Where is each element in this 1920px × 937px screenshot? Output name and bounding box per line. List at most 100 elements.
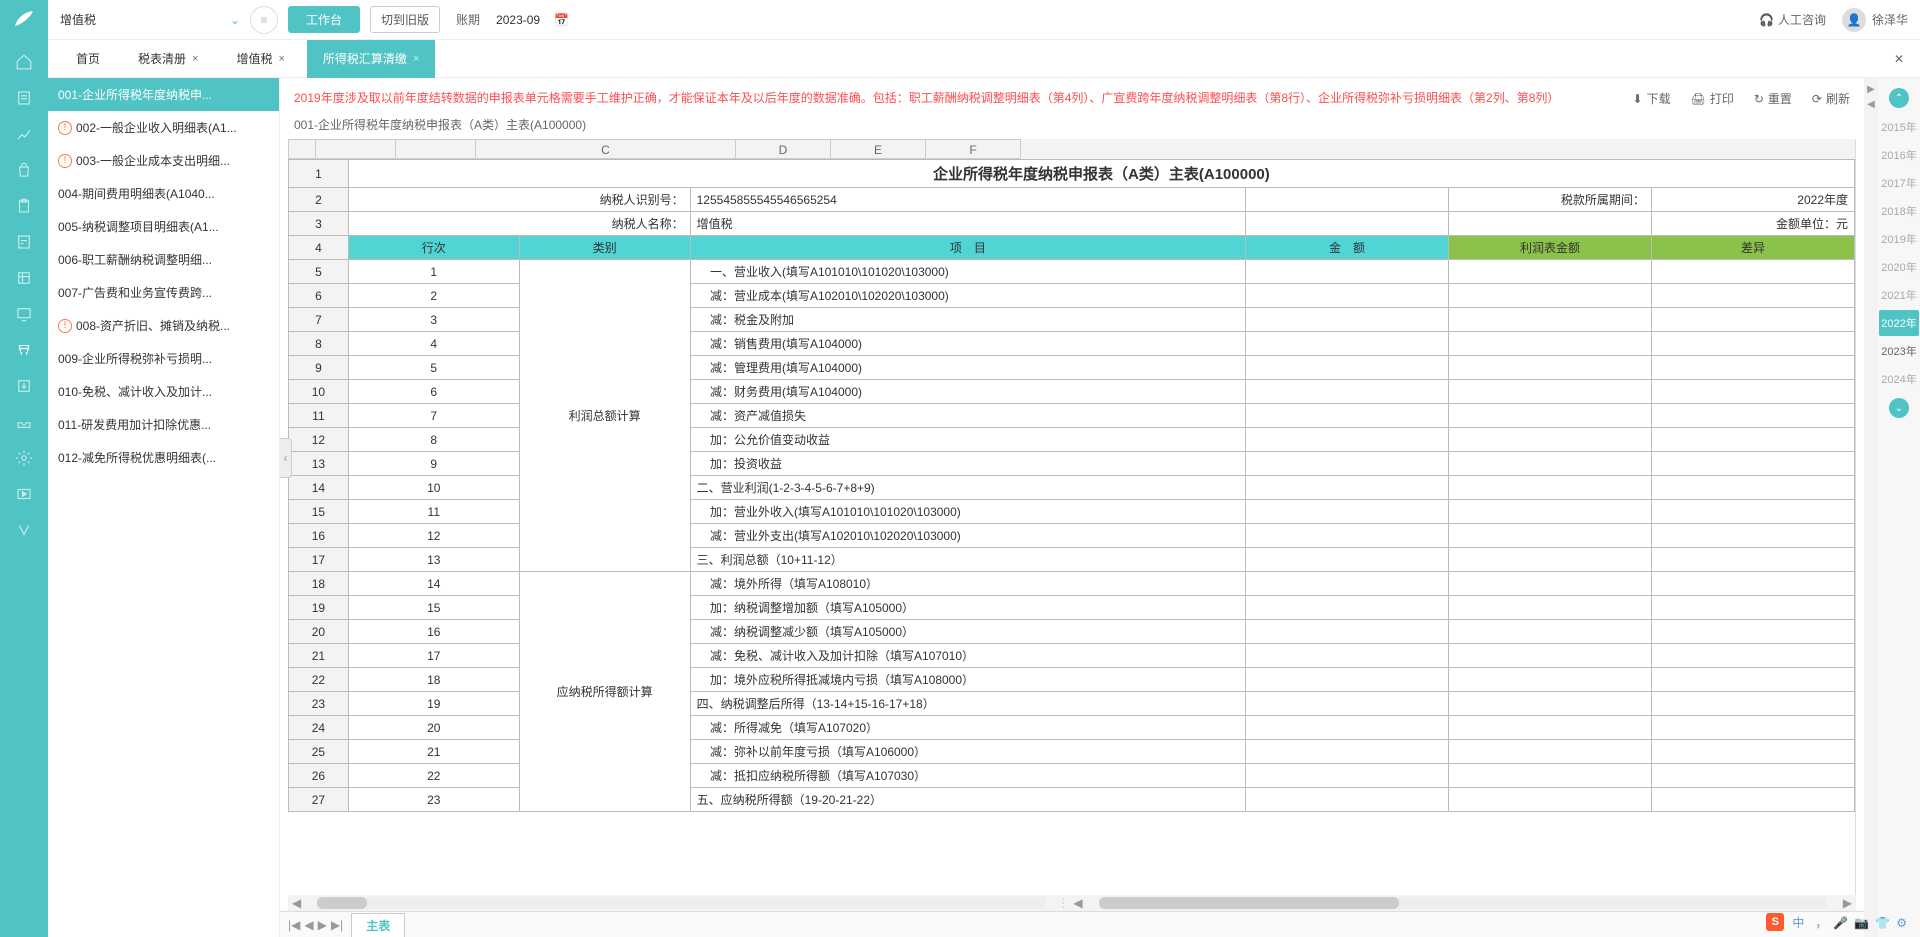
pl-cell[interactable] — [1449, 428, 1652, 452]
amount-cell[interactable] — [1246, 596, 1449, 620]
project-desc[interactable]: 减：境外所得（填写A108010） — [690, 572, 1245, 596]
nav-v-icon[interactable] — [8, 514, 40, 546]
project-desc[interactable]: 加：纳税调整增加额（填写A105000） — [690, 596, 1245, 620]
form-list-item[interactable]: 012-减免所得税优惠明细表(... — [48, 441, 279, 474]
year-2016年[interactable]: 2016年 — [1879, 142, 1919, 168]
diff-cell[interactable] — [1651, 620, 1854, 644]
sheet-nav-next[interactable]: ▶ — [318, 918, 327, 932]
row-number[interactable]: 6 — [289, 284, 349, 308]
diff-cell[interactable] — [1651, 476, 1854, 500]
nav-clip-icon[interactable] — [8, 190, 40, 222]
line-number[interactable]: 23 — [348, 788, 519, 812]
form-list-item[interactable]: 010-免税、减计收入及加计... — [48, 375, 279, 408]
pl-cell[interactable] — [1449, 404, 1652, 428]
amount-cell[interactable] — [1246, 476, 1449, 500]
amount-cell[interactable] — [1246, 788, 1449, 812]
diff-cell[interactable] — [1651, 716, 1854, 740]
nav-calc-icon[interactable] — [8, 226, 40, 258]
pl-cell[interactable] — [1449, 716, 1652, 740]
row-number[interactable]: 11 — [289, 404, 349, 428]
line-number[interactable]: 16 — [348, 620, 519, 644]
nav-chart-icon[interactable] — [8, 118, 40, 150]
row-number[interactable]: 1 — [289, 160, 349, 188]
pl-cell[interactable] — [1449, 620, 1652, 644]
line-number[interactable]: 6 — [348, 380, 519, 404]
taxpayer-name-label[interactable]: 纳税人名称： — [348, 212, 690, 236]
line-number[interactable]: 13 — [348, 548, 519, 572]
consult-link[interactable]: 🎧 人工咨询 — [1759, 11, 1826, 28]
row-number[interactable]: 23 — [289, 692, 349, 716]
row-number[interactable]: 16 — [289, 524, 349, 548]
row-number[interactable]: 13 — [289, 452, 349, 476]
amount-cell[interactable] — [1246, 500, 1449, 524]
nav-tax-icon[interactable] — [8, 334, 40, 366]
year-2019年[interactable]: 2019年 — [1879, 226, 1919, 252]
tab-税表清册[interactable]: 税表清册× — [122, 40, 214, 78]
hscroll-left[interactable]: ◀ — [288, 896, 305, 910]
diff-cell[interactable] — [1651, 284, 1854, 308]
pl-cell[interactable] — [1449, 596, 1652, 620]
list-icon-button[interactable]: ≡ — [250, 6, 278, 34]
amount-cell[interactable] — [1246, 404, 1449, 428]
row-number[interactable]: 4 — [289, 236, 349, 260]
diff-cell[interactable] — [1651, 692, 1854, 716]
line-number[interactable]: 8 — [348, 428, 519, 452]
row-number[interactable]: 14 — [289, 476, 349, 500]
tax-id[interactable]: 125545855545546565254 — [690, 188, 1245, 212]
project-desc[interactable]: 减：财务费用(填写A104000) — [690, 380, 1245, 404]
hscroll-track-left[interactable] — [317, 897, 1045, 909]
line-number[interactable]: 19 — [348, 692, 519, 716]
tax-period-label[interactable]: 税款所属期间： — [1449, 188, 1652, 212]
project-desc[interactable]: 减：资产减值损失 — [690, 404, 1245, 428]
diff-cell[interactable] — [1651, 572, 1854, 596]
line-number[interactable]: 9 — [348, 452, 519, 476]
hdr-cat[interactable]: 类别 — [519, 236, 690, 260]
amount-cell[interactable] — [1246, 620, 1449, 644]
nav-screen-icon[interactable] — [8, 298, 40, 330]
close-icon[interactable]: × — [278, 40, 284, 78]
year-2024年[interactable]: 2024年 — [1879, 366, 1919, 392]
diff-cell[interactable] — [1651, 596, 1854, 620]
row-number[interactable]: 25 — [289, 740, 349, 764]
pl-cell[interactable] — [1449, 668, 1652, 692]
right-expand-2[interactable]: ◀ — [1867, 99, 1875, 110]
row-number[interactable]: 9 — [289, 356, 349, 380]
form-list-item[interactable]: !003-一般企业成本支出明细... — [48, 144, 279, 177]
year-2018年[interactable]: 2018年 — [1879, 198, 1919, 224]
form-list-item[interactable]: !002-一般企业收入明细表(A1... — [48, 111, 279, 144]
hscroll-right[interactable]: ▶ — [1839, 896, 1856, 910]
print-button[interactable]: 🖨 打印 — [1691, 90, 1734, 107]
line-number[interactable]: 14 — [348, 572, 519, 596]
col-header[interactable]: D — [736, 139, 831, 159]
row-number[interactable]: 7 — [289, 308, 349, 332]
line-number[interactable]: 1 — [348, 260, 519, 284]
sheet-nav-first[interactable]: |◀ — [288, 918, 300, 932]
amount-cell[interactable] — [1246, 260, 1449, 284]
pl-cell[interactable] — [1449, 332, 1652, 356]
diff-cell[interactable] — [1651, 380, 1854, 404]
pl-cell[interactable] — [1449, 380, 1652, 404]
diff-cell[interactable] — [1651, 500, 1854, 524]
tax-id-label[interactable]: 纳税人识别号： — [348, 188, 690, 212]
pl-cell[interactable] — [1449, 524, 1652, 548]
pl-cell[interactable] — [1449, 572, 1652, 596]
col-header[interactable]: F — [926, 139, 1021, 159]
row-number[interactable]: 3 — [289, 212, 349, 236]
line-number[interactable]: 15 — [348, 596, 519, 620]
amount-cell[interactable] — [1246, 548, 1449, 572]
line-number[interactable]: 5 — [348, 356, 519, 380]
nav-bag-icon[interactable] — [8, 154, 40, 186]
year-2017年[interactable]: 2017年 — [1879, 170, 1919, 196]
category-profit[interactable]: 利润总额计算 — [519, 260, 690, 572]
project-desc[interactable]: 一、营业收入(填写A101010\101020\103000) — [690, 260, 1245, 284]
amount-cell[interactable] — [1246, 332, 1449, 356]
ime-icon[interactable]: 📷 — [1854, 916, 1869, 930]
project-desc[interactable]: 减：营业外支出(填写A102010\102020\103000) — [690, 524, 1245, 548]
amount-cell[interactable] — [1246, 428, 1449, 452]
amount-cell[interactable] — [1246, 644, 1449, 668]
project-desc[interactable]: 四、纳税调整后所得（13-14+15-16-17+18） — [690, 692, 1245, 716]
taxpayer-name[interactable]: 增值税 — [690, 212, 1245, 236]
pl-cell[interactable] — [1449, 740, 1652, 764]
project-desc[interactable]: 二、营业利润(1-2-3-4-5-6-7+8+9) — [690, 476, 1245, 500]
year-2015年[interactable]: 2015年 — [1879, 114, 1919, 140]
